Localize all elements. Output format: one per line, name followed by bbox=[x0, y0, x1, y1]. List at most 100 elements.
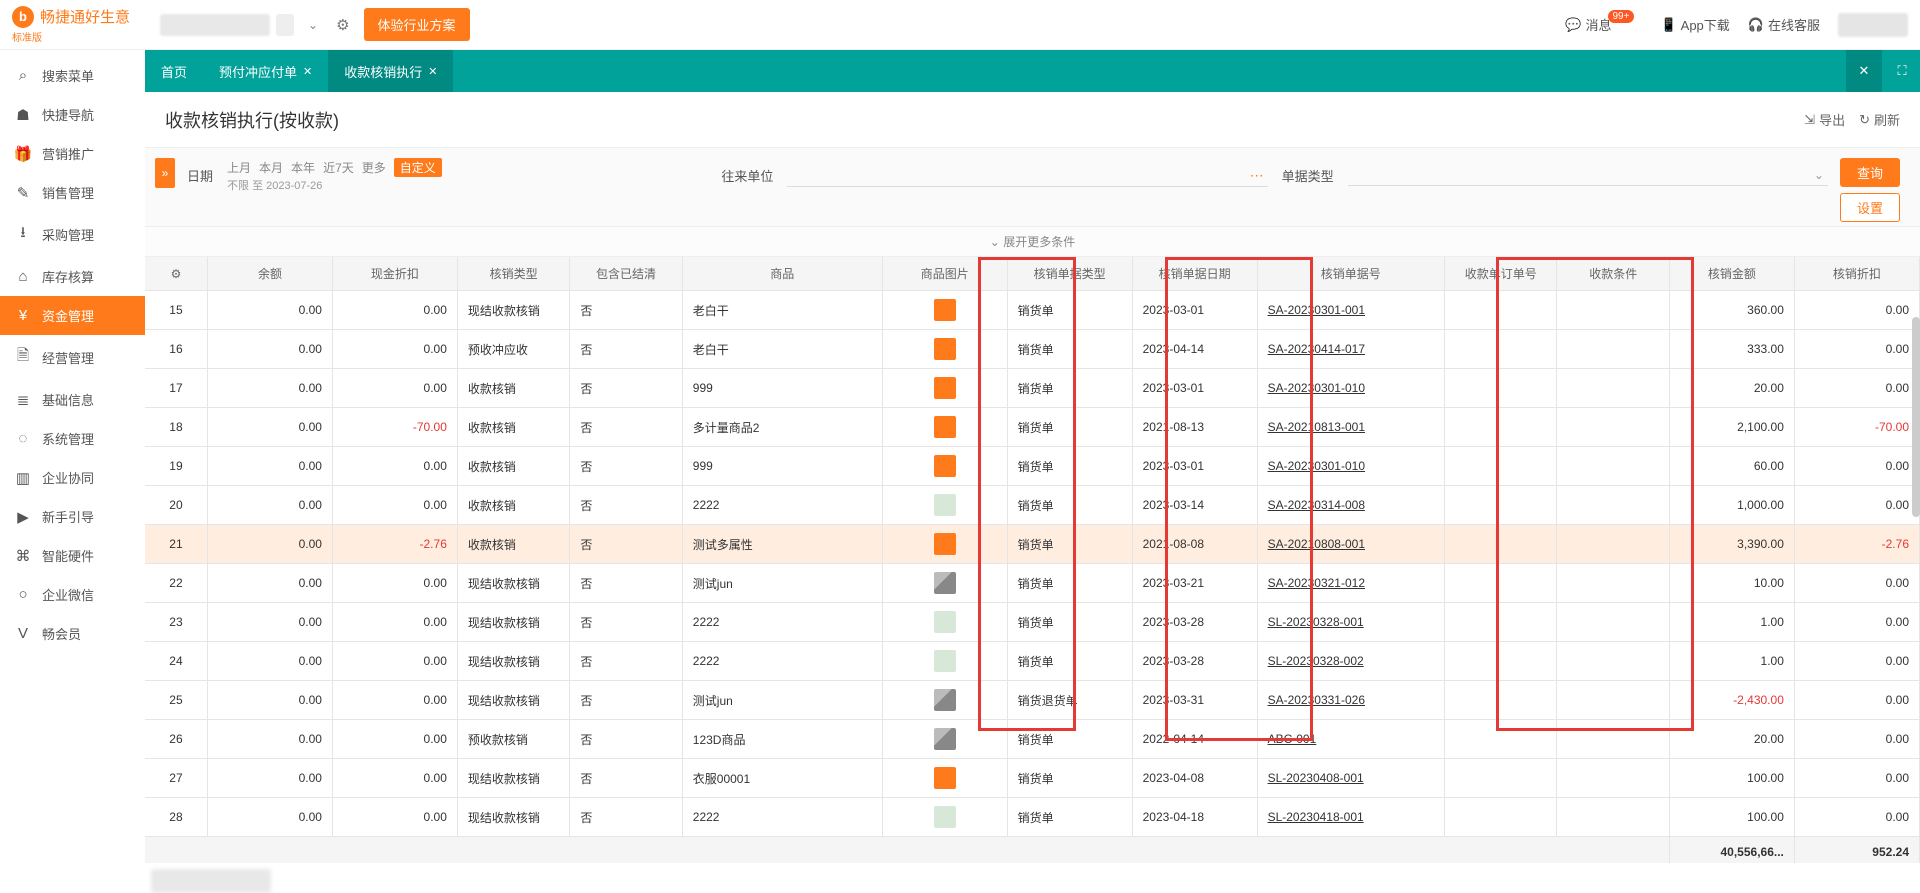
col-header[interactable]: 收款单订单号 bbox=[1445, 257, 1557, 291]
expand-conditions-toggle[interactable]: ⌄ 展开更多条件 bbox=[145, 227, 1920, 257]
bill-no-link[interactable]: SL-20230328-002 bbox=[1268, 654, 1364, 668]
org-selector[interactable] bbox=[160, 14, 270, 36]
bill-no-link[interactable]: SA-20210808-001 bbox=[1268, 537, 1365, 551]
col-header[interactable]: 包含已结清 bbox=[570, 257, 682, 291]
table-row[interactable]: 220.000.00现结收款核销否测试jun销货单2023-03-21SA-20… bbox=[145, 564, 1920, 603]
nav-icon: V bbox=[14, 625, 32, 642]
sidebar-item-智能硬件[interactable]: ⌘智能硬件 bbox=[0, 536, 145, 575]
date-option-更多[interactable]: 更多 bbox=[362, 159, 386, 176]
export-button[interactable]: ⇲导出 bbox=[1804, 110, 1845, 129]
sidebar-item-新手引导[interactable]: ▶新手引导 bbox=[0, 497, 145, 536]
bill-no-link[interactable]: SA-20230301-010 bbox=[1268, 381, 1365, 395]
collapse-filter-handle[interactable]: » bbox=[155, 158, 175, 188]
tab-首页[interactable]: 首页 bbox=[145, 50, 203, 92]
table-row[interactable]: 160.000.00预收冲应收否老白干销货单2023-04-14SA-20230… bbox=[145, 330, 1920, 369]
settings-button[interactable]: 设置 bbox=[1840, 193, 1900, 222]
col-header[interactable]: 核销单据日期 bbox=[1132, 257, 1257, 291]
product-image bbox=[934, 806, 956, 828]
app-download-link[interactable]: 📱 App下载 bbox=[1660, 15, 1729, 34]
query-button[interactable]: 查询 bbox=[1840, 158, 1900, 187]
tab-预付冲应付单[interactable]: 预付冲应付单✕ bbox=[203, 50, 328, 92]
bill-no-link[interactable]: ABC-001 bbox=[1268, 732, 1317, 746]
col-header[interactable]: ⚙ bbox=[145, 257, 207, 291]
gear-icon[interactable]: ⚙ bbox=[336, 16, 349, 34]
sidebar: ⌕搜索菜单☗快捷导航🎁营销推广✎销售管理⭳采购管理⌂库存核算¥资金管理🗎经营管理… bbox=[0, 50, 145, 893]
sidebar-item-企业微信[interactable]: ○企业微信 bbox=[0, 575, 145, 614]
col-header[interactable]: 核销折扣 bbox=[1794, 257, 1919, 291]
table-row[interactable]: 240.000.00现结收款核销否2222销货单2023-03-28SL-202… bbox=[145, 642, 1920, 681]
refresh-button[interactable]: ↻刷新 bbox=[1859, 110, 1900, 129]
sidebar-item-经营管理[interactable]: 🗎经营管理 bbox=[0, 335, 145, 380]
bill-no-link[interactable]: SA-20230314-008 bbox=[1268, 498, 1365, 512]
nav-icon: ▥ bbox=[14, 469, 32, 487]
bill-no-link[interactable]: SL-20230408-001 bbox=[1268, 771, 1364, 785]
try-industry-button[interactable]: 体验行业方案 bbox=[364, 8, 470, 41]
sidebar-item-系统管理[interactable]: ◌系统管理 bbox=[0, 419, 145, 458]
col-header[interactable]: 商品 bbox=[682, 257, 882, 291]
chevron-down-icon[interactable]: ⌄ bbox=[308, 18, 318, 32]
bill-no-link[interactable]: SL-20230418-001 bbox=[1268, 810, 1364, 824]
product-image bbox=[934, 494, 956, 516]
date-option-本年[interactable]: 本年 bbox=[291, 159, 315, 176]
table-row[interactable]: 260.000.00预收款核销否123D商品销货单2022-04-14ABC-0… bbox=[145, 720, 1920, 759]
table-row[interactable]: 170.000.00收款核销否999销货单2023-03-01SA-202303… bbox=[145, 369, 1920, 408]
col-header[interactable]: 商品图片 bbox=[882, 257, 1007, 291]
bill-no-link[interactable]: SA-20230414-017 bbox=[1268, 342, 1365, 356]
sidebar-item-畅会员[interactable]: V畅会员 bbox=[0, 614, 145, 653]
sidebar-item-基础信息[interactable]: ≣基础信息 bbox=[0, 380, 145, 419]
partner-more-icon[interactable]: ⋯ bbox=[1250, 167, 1264, 184]
nav-icon: ⌂ bbox=[14, 268, 32, 285]
tab-收款核销执行[interactable]: 收款核销执行✕ bbox=[328, 50, 453, 92]
date-option-custom[interactable]: 自定义 bbox=[394, 158, 442, 177]
col-header[interactable]: 核销单据类型 bbox=[1007, 257, 1132, 291]
product-image bbox=[934, 338, 956, 360]
date-option-本月[interactable]: 本月 bbox=[259, 159, 283, 176]
online-service-link[interactable]: 🎧 在线客服 bbox=[1748, 15, 1820, 34]
table-row[interactable]: 210.00-2.76收款核销否测试多属性销货单2021-08-08SA-202… bbox=[145, 525, 1920, 564]
close-icon[interactable]: ✕ bbox=[303, 65, 312, 78]
bill-no-link[interactable]: SA-20230301-001 bbox=[1268, 303, 1365, 317]
bill-no-link[interactable]: SA-20210813-001 bbox=[1268, 420, 1365, 434]
table-row[interactable]: 180.00-70.00收款核销否多计量商品2销货单2021-08-13SA-2… bbox=[145, 408, 1920, 447]
chat-icon: 💬 bbox=[1565, 17, 1581, 33]
messages-link[interactable]: 💬 消息 99+ bbox=[1565, 15, 1642, 34]
sidebar-item-库存核算[interactable]: ⌂库存核算 bbox=[0, 257, 145, 296]
sidebar-item-销售管理[interactable]: ✎销售管理 bbox=[0, 173, 145, 212]
org-extra bbox=[276, 14, 294, 36]
table-row[interactable]: 200.000.00收款核销否2222销货单2023-03-14SA-20230… bbox=[145, 486, 1920, 525]
col-header[interactable]: 收款条件 bbox=[1557, 257, 1669, 291]
col-header[interactable]: 现金折扣 bbox=[332, 257, 457, 291]
chevron-down-icon[interactable]: ⌄ bbox=[1814, 168, 1824, 182]
col-header[interactable]: 核销金额 bbox=[1669, 257, 1794, 291]
table-row[interactable]: 230.000.00现结收款核销否2222销货单2023-03-28SL-202… bbox=[145, 603, 1920, 642]
bill-no-link[interactable]: SL-20230328-001 bbox=[1268, 615, 1364, 629]
sidebar-item-资金管理[interactable]: ¥资金管理 bbox=[0, 296, 145, 335]
close-icon[interactable]: ✕ bbox=[428, 65, 437, 78]
bill-no-link[interactable]: SA-20230301-010 bbox=[1268, 459, 1365, 473]
user-avatar[interactable] bbox=[1838, 13, 1908, 37]
nav-icon: 🎁 bbox=[14, 145, 32, 163]
col-header[interactable]: 核销单据号 bbox=[1257, 257, 1444, 291]
date-option-上月[interactable]: 上月 bbox=[227, 159, 251, 176]
date-option-近7天[interactable]: 近7天 bbox=[323, 159, 354, 176]
sidebar-item-企业协同[interactable]: ▥企业协同 bbox=[0, 458, 145, 497]
col-header[interactable]: 核销类型 bbox=[457, 257, 569, 291]
bill-no-link[interactable]: SA-20230331-026 bbox=[1268, 693, 1365, 707]
gear-icon[interactable]: ⚙ bbox=[171, 267, 182, 281]
table-row[interactable]: 250.000.00现结收款核销否测试jun销货退货单2023-03-31SA-… bbox=[145, 681, 1920, 720]
col-header[interactable]: 余额 bbox=[207, 257, 332, 291]
table-row[interactable]: 150.000.00现结收款核销否老白干销货单2023-03-01SA-2023… bbox=[145, 291, 1920, 330]
scrollbar[interactable] bbox=[1912, 317, 1920, 517]
bill-no-link[interactable]: SA-20230321-012 bbox=[1268, 576, 1365, 590]
sidebar-item-快捷导航[interactable]: ☗快捷导航 bbox=[0, 95, 145, 134]
sidebar-item-搜索菜单[interactable]: ⌕搜索菜单 bbox=[0, 56, 145, 95]
sidebar-item-采购管理[interactable]: ⭳采购管理 bbox=[0, 212, 145, 257]
tab-expand-button[interactable]: ⛶ bbox=[1884, 50, 1920, 92]
table-row[interactable]: 190.000.00收款核销否999销货单2023-03-01SA-202303… bbox=[145, 447, 1920, 486]
tab-close-button[interactable]: ✕ bbox=[1846, 50, 1882, 92]
billtype-input[interactable] bbox=[1352, 168, 1814, 183]
table-row[interactable]: 270.000.00现结收款核销否衣服00001销货单2023-04-08SL-… bbox=[145, 759, 1920, 798]
sidebar-item-营销推广[interactable]: 🎁营销推广 bbox=[0, 134, 145, 173]
partner-input[interactable] bbox=[791, 168, 1249, 183]
table-row[interactable]: 280.000.00现结收款核销否2222销货单2023-04-18SL-202… bbox=[145, 798, 1920, 837]
